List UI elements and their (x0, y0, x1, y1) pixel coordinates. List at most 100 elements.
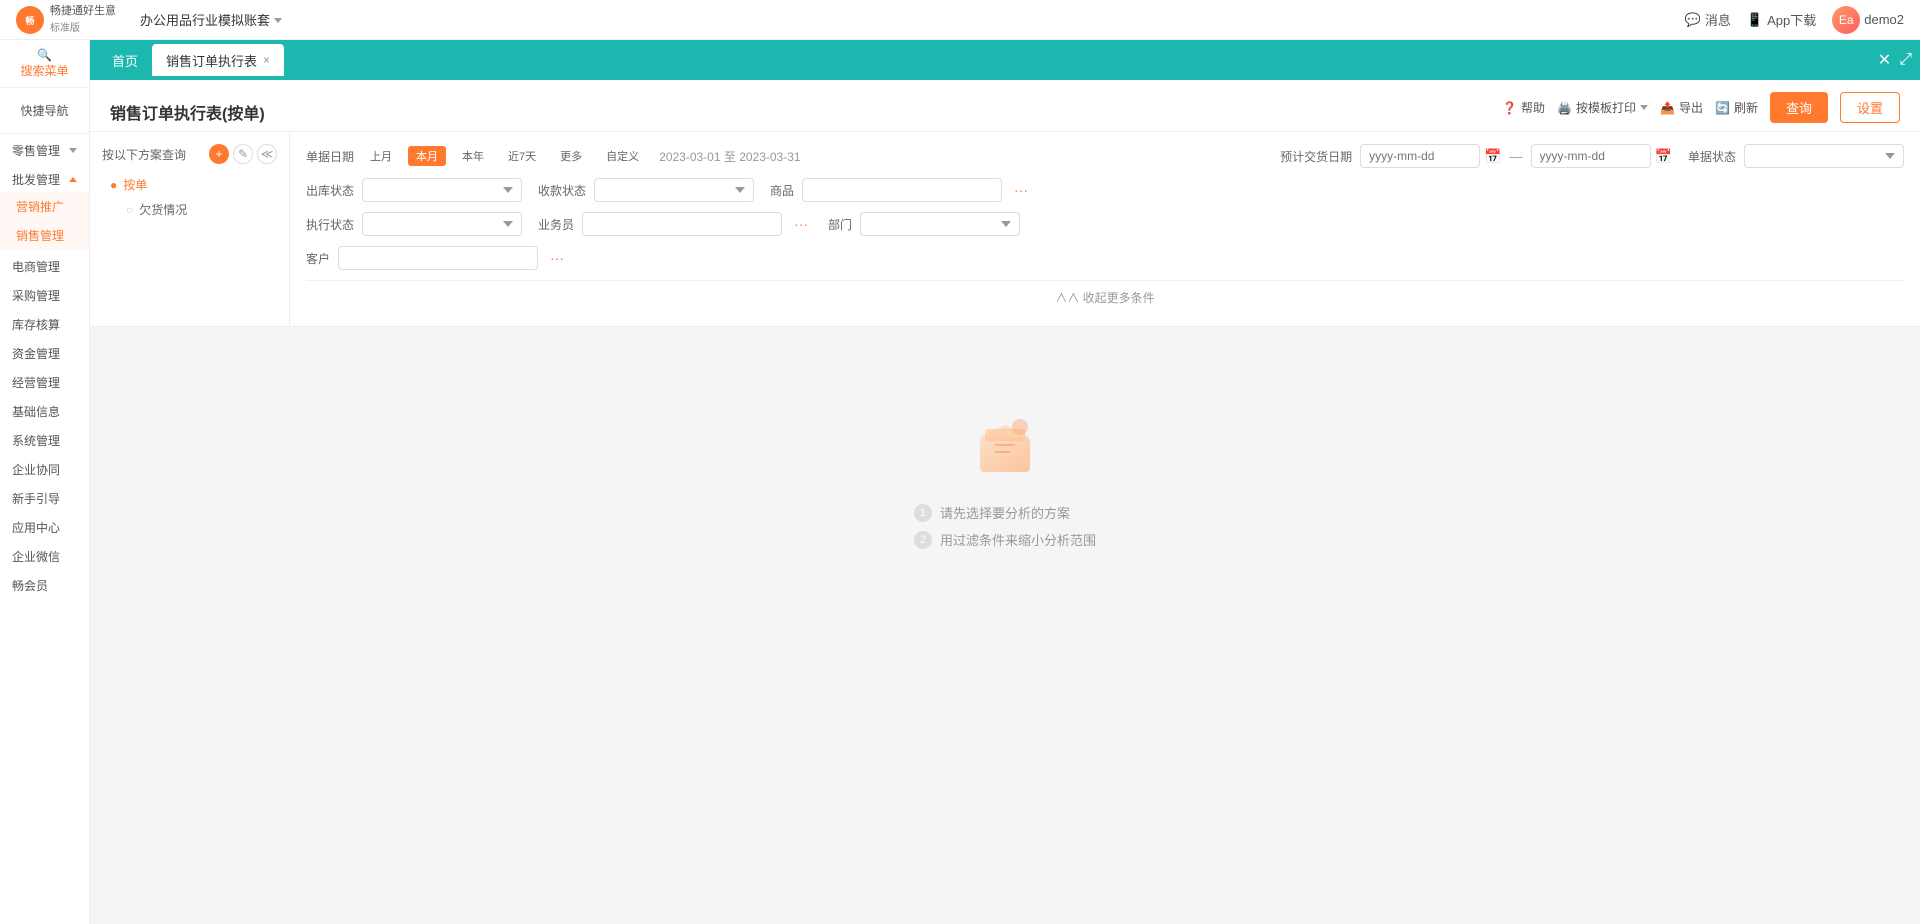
tab-home[interactable]: 首页 (98, 44, 152, 76)
customer-label: 客户 (306, 250, 330, 267)
sidebar-item-system[interactable]: 系统管理 (0, 424, 89, 453)
sidebar-item-finance[interactable]: 资金管理 (0, 337, 89, 366)
exec-status-select[interactable] (362, 212, 522, 236)
filter-row-customer: 客户 ··· (306, 246, 1904, 270)
empty-hint-1: 1 请先选择要分析的方案 (914, 503, 1096, 522)
inventory-label: 库存核算 (12, 316, 60, 333)
customer-input[interactable] (338, 246, 538, 270)
salesman-label: 业务员 (538, 216, 574, 233)
messages-btn[interactable]: 💬 消息 (1685, 10, 1731, 29)
sidebar-item-ecommerce[interactable]: 电商管理 (0, 250, 89, 279)
wholesale-chevron-icon (69, 177, 77, 182)
salesman-group: 业务员 ··· (538, 212, 812, 236)
sidebar-item-marketing[interactable]: 营销推广 (0, 192, 89, 221)
app-selector[interactable]: 办公用品行业模拟账套 (140, 10, 282, 29)
calendar-end-icon[interactable]: 📅 (1655, 148, 1672, 165)
date-tag-more[interactable]: 更多 (552, 146, 590, 166)
customer-ellipsis-btn[interactable]: ··· (546, 250, 568, 266)
collapse-panel-btn[interactable]: ≪ (257, 144, 277, 164)
message-icon: 💬 (1685, 12, 1701, 28)
sidebar-search[interactable]: 🔍 搜索菜单 (0, 40, 89, 88)
sidebar-item-wholesale[interactable]: 批发管理 (0, 163, 89, 192)
dept-select[interactable] (860, 212, 1020, 236)
retail-chevron-icon (69, 148, 77, 153)
product-input[interactable] (802, 178, 1002, 202)
filter-row-delivery: 出库状态 收款状态 (306, 178, 1904, 202)
sidebar-item-wechat[interactable]: 企业微信 (0, 540, 89, 569)
customer-group: 客户 ··· (306, 246, 568, 270)
page-header: 销售订单执行表(按单) ❓ 帮助 🖨️ 按模板打印 📤 导出 (90, 80, 1920, 132)
settings-button[interactable]: 设置 (1840, 92, 1900, 123)
print-label: 按模板打印 (1576, 99, 1636, 116)
date-tag-this-year[interactable]: 本年 (454, 146, 492, 166)
collection-status-label: 收款状态 (538, 182, 586, 199)
app-download-btn[interactable]: 📱 App下载 (1747, 10, 1816, 29)
filter-area: 按以下方案查询 + ✎ ≪ ● 按单 ○ 欠货情况 (90, 132, 1920, 327)
plan-item-order[interactable]: ● 按单 (102, 172, 277, 197)
sidebar-item-purchase[interactable]: 采购管理 (0, 279, 89, 308)
date-tag-this-month[interactable]: 本月 (408, 146, 446, 166)
status-select[interactable] (1744, 144, 1904, 168)
filter-left-panel: 按以下方案查询 + ✎ ≪ ● 按单 ○ 欠货情况 (90, 132, 290, 326)
sidebar-item-quick-nav[interactable]: 快捷导航 (0, 94, 89, 127)
user-area[interactable]: Ea demo2 (1832, 6, 1904, 34)
print-icon: 🖨️ (1557, 101, 1572, 115)
basic-label: 基础信息 (12, 403, 60, 420)
salesman-input[interactable] (582, 212, 782, 236)
sidebar-item-inventory[interactable]: 库存核算 (0, 308, 89, 337)
sidebar-item-enterprise[interactable]: 企业协同 (0, 453, 89, 482)
product-ellipsis-btn[interactable]: ··· (1010, 182, 1032, 198)
ecommerce-label: 电商管理 (12, 258, 60, 275)
plan-item-arrears[interactable]: ○ 欠货情况 (102, 197, 277, 222)
logo-main-text: 畅捷通好生意 (50, 5, 116, 18)
help-label: 帮助 (1521, 99, 1545, 116)
page-header-actions: ❓ 帮助 🖨️ 按模板打印 📤 导出 🔄 刷新 (1502, 92, 1900, 131)
sidebar-item-basic[interactable]: 基础信息 (0, 395, 89, 424)
empty-hint-2: 2 用过滤条件来缩小分析范围 (914, 530, 1096, 549)
date-label: 单据日期 (306, 148, 354, 165)
product-group: 商品 ··· (770, 178, 1032, 202)
help-btn[interactable]: ❓ 帮助 (1502, 99, 1545, 116)
collapse-conditions-btn[interactable]: ∧∧ 收起更多条件 (306, 280, 1904, 314)
export-btn[interactable]: 📤 导出 (1660, 99, 1703, 116)
plan-item-arrears-label: 欠货情况 (139, 201, 187, 218)
print-btn[interactable]: 🖨️ 按模板打印 (1557, 99, 1648, 116)
date-filter-group: 单据日期 上月 本月 本年 近7天 更多 自定义 2023-03-01 至 20… (306, 146, 801, 166)
filter-left-icons: + ✎ ≪ (209, 144, 277, 164)
date-tag-7days[interactable]: 近7天 (500, 146, 544, 166)
sidebar-item-operations[interactable]: 经营管理 (0, 366, 89, 395)
date-start-input[interactable] (1360, 144, 1480, 168)
delivery-status-select[interactable] (362, 178, 522, 202)
sidebar-item-member[interactable]: 畅会员 (0, 569, 89, 598)
query-button[interactable]: 查询 (1770, 92, 1828, 123)
date-tag-last-month[interactable]: 上月 (362, 146, 400, 166)
search-icon: 🔍 (37, 48, 52, 62)
salesman-ellipsis-btn[interactable]: ··· (790, 216, 812, 232)
calendar-start-icon[interactable]: 📅 (1484, 148, 1501, 165)
sidebar-item-sales-mgmt[interactable]: 销售管理 (0, 221, 89, 250)
tab-maximize-icon[interactable]: ⤢ (1899, 51, 1912, 69)
avatar-text: Ea (1839, 13, 1854, 27)
sales-mgmt-label: 销售管理 (16, 229, 64, 243)
expected-date-group: 预计交货日期 📅 — 📅 (1280, 144, 1672, 168)
date-tag-custom[interactable]: 自定义 (598, 146, 647, 166)
refresh-btn[interactable]: 🔄 刷新 (1715, 99, 1758, 116)
add-plan-btn[interactable]: + (209, 144, 229, 164)
selector-chevron-icon (274, 12, 282, 27)
tab-sales-exec[interactable]: 销售订单执行表 × (152, 44, 284, 76)
operations-label: 经营管理 (12, 374, 60, 391)
edit-plan-btn[interactable]: ✎ (233, 144, 253, 164)
filter-left-title: 按以下方案查询 (102, 146, 186, 163)
date-end-input[interactable] (1531, 144, 1651, 168)
tab-close-window-icon[interactable]: ✕ (1878, 50, 1891, 70)
export-icon: 📤 (1660, 101, 1675, 115)
sidebar-item-newbie[interactable]: 新手引导 (0, 482, 89, 511)
filter-row-exec: 执行状态 业务员 ··· (306, 212, 1904, 236)
newbie-label: 新手引导 (12, 490, 60, 507)
plan-item-order-label: 按单 (123, 176, 147, 193)
svg-text:畅: 畅 (25, 15, 34, 26)
sidebar-item-appstore[interactable]: 应用中心 (0, 511, 89, 540)
sidebar-item-retail[interactable]: 零售管理 (0, 134, 89, 163)
tab-close-icon[interactable]: × (263, 53, 270, 67)
collection-status-select[interactable] (594, 178, 754, 202)
